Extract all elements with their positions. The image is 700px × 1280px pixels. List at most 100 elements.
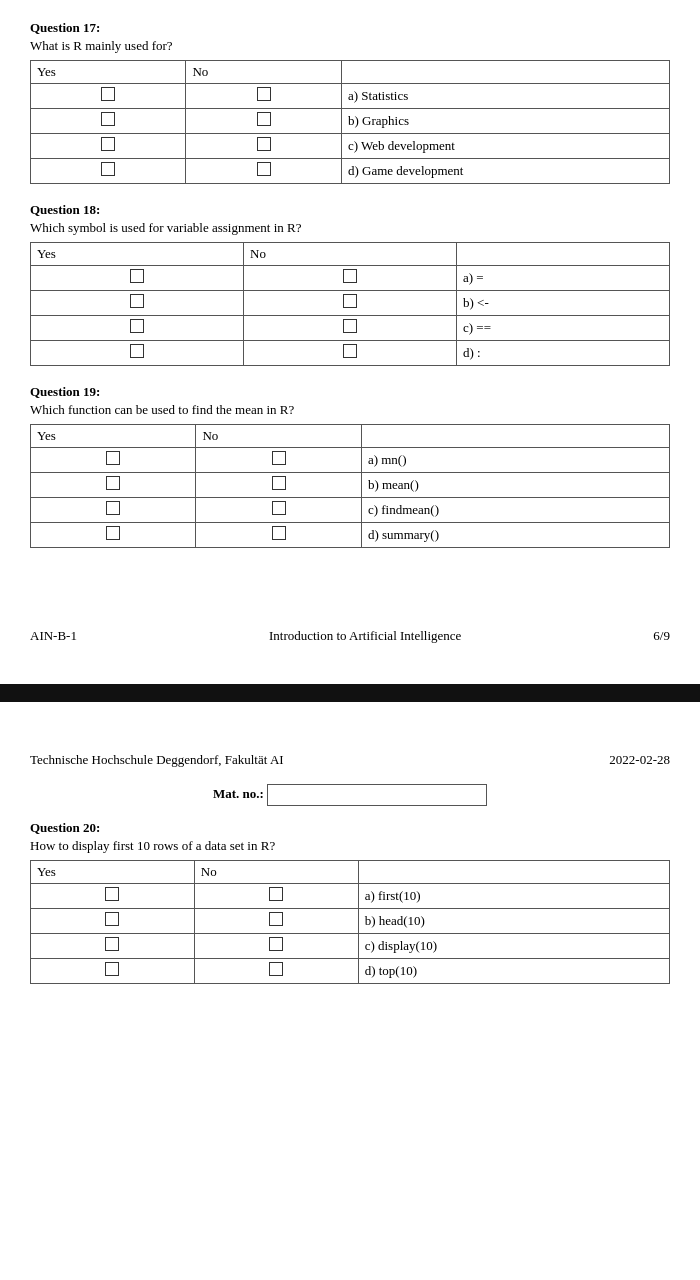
checkbox-no-q18-1[interactable] bbox=[244, 291, 457, 316]
checkbox-no-icon-q19-2[interactable] bbox=[272, 501, 286, 515]
table-row: b) head(10) bbox=[31, 909, 670, 934]
institution-name: Technische Hochschule Deggendorf, Fakult… bbox=[30, 752, 284, 768]
table-row: a) = bbox=[31, 266, 670, 291]
checkbox-yes-icon-q20-3[interactable] bbox=[105, 962, 119, 976]
checkbox-no-icon-q17-2[interactable] bbox=[257, 137, 271, 151]
checkbox-yes-icon-q20-2[interactable] bbox=[105, 937, 119, 951]
checkbox-no-icon-q18-1[interactable] bbox=[343, 294, 357, 308]
option-text-q17-1: b) Graphics bbox=[341, 109, 669, 134]
checkbox-yes-q18-3[interactable] bbox=[31, 341, 244, 366]
checkbox-yes-icon-q18-0[interactable] bbox=[130, 269, 144, 283]
checkbox-yes-icon-q17-1[interactable] bbox=[101, 112, 115, 126]
checkbox-yes-icon-q19-2[interactable] bbox=[106, 501, 120, 515]
checkbox-yes-icon-q17-0[interactable] bbox=[101, 87, 115, 101]
checkbox-yes-q19-0[interactable] bbox=[31, 448, 196, 473]
checkbox-no-icon-q19-1[interactable] bbox=[272, 476, 286, 490]
header-option-q20 bbox=[358, 861, 669, 884]
checkbox-yes-icon-q19-0[interactable] bbox=[106, 451, 120, 465]
checkbox-no-q20-0[interactable] bbox=[194, 884, 358, 909]
checkbox-yes-icon-q17-3[interactable] bbox=[101, 162, 115, 176]
checkbox-yes-q18-2[interactable] bbox=[31, 316, 244, 341]
checkbox-yes-icon-q18-2[interactable] bbox=[130, 319, 144, 333]
question-block-q20: Question 20:How to display first 10 rows… bbox=[30, 820, 670, 984]
checkbox-no-icon-q20-3[interactable] bbox=[269, 962, 283, 976]
checkbox-yes-icon-q19-3[interactable] bbox=[106, 526, 120, 540]
checkbox-yes-q17-2[interactable] bbox=[31, 134, 186, 159]
checkbox-no-q17-1[interactable] bbox=[186, 109, 341, 134]
table-row: d) top(10) bbox=[31, 959, 670, 984]
checkbox-no-q20-3[interactable] bbox=[194, 959, 358, 984]
page-divider bbox=[0, 684, 700, 702]
checkbox-no-q20-2[interactable] bbox=[194, 934, 358, 959]
option-text-q18-3: d) : bbox=[457, 341, 670, 366]
checkbox-yes-q19-3[interactable] bbox=[31, 523, 196, 548]
checkbox-no-icon-q18-0[interactable] bbox=[343, 269, 357, 283]
checkbox-no-icon-q20-2[interactable] bbox=[269, 937, 283, 951]
table-row: a) mn() bbox=[31, 448, 670, 473]
checkbox-yes-q19-2[interactable] bbox=[31, 498, 196, 523]
checkbox-no-q17-3[interactable] bbox=[186, 159, 341, 184]
header-option-q19 bbox=[361, 425, 669, 448]
checkbox-no-q20-1[interactable] bbox=[194, 909, 358, 934]
checkbox-yes-icon-q17-2[interactable] bbox=[101, 137, 115, 151]
checkbox-yes-q17-3[interactable] bbox=[31, 159, 186, 184]
page2-header: Technische Hochschule Deggendorf, Fakult… bbox=[30, 752, 670, 768]
table-row: c) display(10) bbox=[31, 934, 670, 959]
checkbox-yes-icon-q18-1[interactable] bbox=[130, 294, 144, 308]
checkbox-yes-q20-1[interactable] bbox=[31, 909, 195, 934]
option-text-q18-2: c) == bbox=[457, 316, 670, 341]
checkbox-no-q18-3[interactable] bbox=[244, 341, 457, 366]
checkbox-yes-icon-q20-0[interactable] bbox=[105, 887, 119, 901]
questions-page1: Question 17:What is R mainly used for?Ye… bbox=[30, 20, 670, 548]
checkbox-yes-q18-1[interactable] bbox=[31, 291, 244, 316]
checkbox-no-icon-q19-0[interactable] bbox=[272, 451, 286, 465]
checkbox-no-icon-q17-0[interactable] bbox=[257, 87, 271, 101]
checkbox-no-icon-q20-0[interactable] bbox=[269, 887, 283, 901]
checkbox-no-q19-0[interactable] bbox=[196, 448, 361, 473]
checkbox-no-icon-q18-3[interactable] bbox=[343, 344, 357, 358]
question-title-q17: Question 17: bbox=[30, 20, 670, 36]
mat-no-label: Mat. no.: bbox=[213, 786, 264, 801]
checkbox-no-icon-q17-1[interactable] bbox=[257, 112, 271, 126]
option-text-q20-1: b) head(10) bbox=[358, 909, 669, 934]
checkbox-yes-q20-2[interactable] bbox=[31, 934, 195, 959]
checkbox-no-q17-2[interactable] bbox=[186, 134, 341, 159]
checkbox-no-icon-q17-3[interactable] bbox=[257, 162, 271, 176]
page-2: Technische Hochschule Deggendorf, Fakult… bbox=[0, 702, 700, 1022]
header-yes-q20: Yes bbox=[31, 861, 195, 884]
checkbox-no-q17-0[interactable] bbox=[186, 84, 341, 109]
date: 2022-02-28 bbox=[609, 752, 670, 768]
option-text-q19-1: b) mean() bbox=[361, 473, 669, 498]
checkbox-yes-q20-0[interactable] bbox=[31, 884, 195, 909]
option-text-q20-0: a) first(10) bbox=[358, 884, 669, 909]
checkbox-yes-q20-3[interactable] bbox=[31, 959, 195, 984]
checkbox-no-q18-0[interactable] bbox=[244, 266, 457, 291]
question-block-q17: Question 17:What is R mainly used for?Ye… bbox=[30, 20, 670, 184]
checkbox-no-q18-2[interactable] bbox=[244, 316, 457, 341]
checkbox-yes-q17-1[interactable] bbox=[31, 109, 186, 134]
checkbox-yes-q17-0[interactable] bbox=[31, 84, 186, 109]
checkbox-no-q19-3[interactable] bbox=[196, 523, 361, 548]
checkbox-no-icon-q20-1[interactable] bbox=[269, 912, 283, 926]
table-row: d) summary() bbox=[31, 523, 670, 548]
question-subtitle-q20: How to display first 10 rows of a data s… bbox=[30, 838, 670, 854]
header-no-q18: No bbox=[244, 243, 457, 266]
checkbox-yes-icon-q19-1[interactable] bbox=[106, 476, 120, 490]
checkbox-no-q19-1[interactable] bbox=[196, 473, 361, 498]
mat-no-input[interactable] bbox=[267, 784, 487, 806]
question-subtitle-q18: Which symbol is used for variable assign… bbox=[30, 220, 670, 236]
checkbox-yes-q19-1[interactable] bbox=[31, 473, 196, 498]
table-row: d) : bbox=[31, 341, 670, 366]
table-row: b) mean() bbox=[31, 473, 670, 498]
checkbox-yes-q18-0[interactable] bbox=[31, 266, 244, 291]
page-footer: AIN-B-1 Introduction to Artificial Intel… bbox=[30, 628, 670, 644]
header-option-q17 bbox=[341, 61, 669, 84]
checkbox-yes-icon-q20-1[interactable] bbox=[105, 912, 119, 926]
answer-table-q19: YesNoa) mn()b) mean()c) findmean()d) sum… bbox=[30, 424, 670, 548]
header-no-q17: No bbox=[186, 61, 341, 84]
checkbox-yes-icon-q18-3[interactable] bbox=[130, 344, 144, 358]
answer-table-q20: YesNoa) first(10)b) head(10)c) display(1… bbox=[30, 860, 670, 984]
checkbox-no-q19-2[interactable] bbox=[196, 498, 361, 523]
checkbox-no-icon-q19-3[interactable] bbox=[272, 526, 286, 540]
checkbox-no-icon-q18-2[interactable] bbox=[343, 319, 357, 333]
